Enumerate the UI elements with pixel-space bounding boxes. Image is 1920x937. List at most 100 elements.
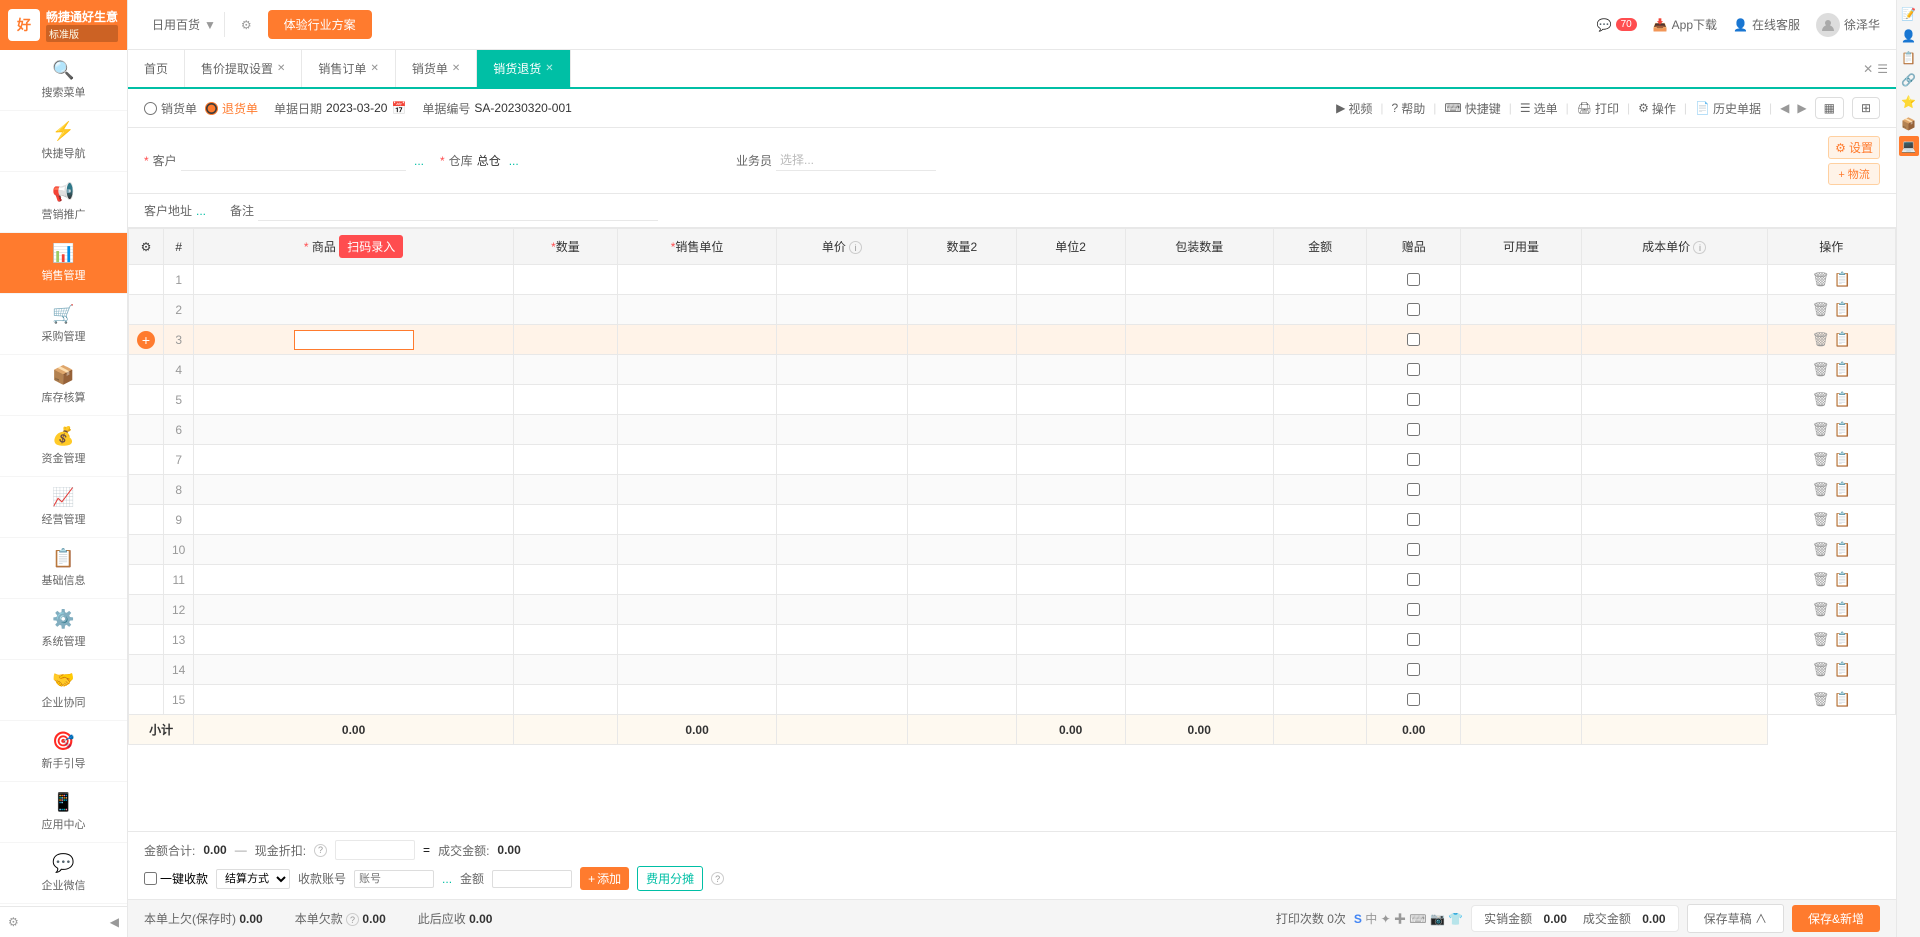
td-qty[interactable]	[513, 595, 617, 625]
td-goods[interactable]	[194, 415, 513, 445]
td-qty2[interactable]	[907, 445, 1016, 475]
td-cost[interactable]	[1582, 265, 1768, 295]
sidebar-settings-icon[interactable]: ⚙	[8, 915, 19, 929]
debt-info-icon[interactable]: ?	[346, 913, 359, 926]
tab-close-icon[interactable]: ✕	[370, 63, 378, 74]
discount-info-icon[interactable]: ?	[314, 844, 327, 857]
delete-row-btn[interactable]: 🗑	[1812, 631, 1830, 648]
td-qty[interactable]	[513, 295, 617, 325]
td-price[interactable]	[777, 595, 908, 625]
td-pack-qty[interactable]	[1125, 655, 1273, 685]
td-unit[interactable]	[618, 445, 777, 475]
sidebar-item-apps[interactable]: 📱 应用中心	[0, 782, 127, 843]
td-unit2[interactable]	[1016, 535, 1125, 565]
td-available[interactable]	[1461, 685, 1582, 715]
remark-input[interactable]	[258, 200, 658, 221]
setup-btn[interactable]: ⚙ 设置	[1828, 136, 1880, 159]
topbar-gear-icon[interactable]: ⚙	[233, 18, 260, 32]
td-available[interactable]	[1461, 505, 1582, 535]
td-available[interactable]	[1461, 295, 1582, 325]
app-download-btn[interactable]: 📥 App下载	[1653, 16, 1717, 33]
action-video-btn[interactable]: ▶ 视频	[1336, 100, 1372, 117]
td-gift[interactable]	[1367, 265, 1461, 295]
td-goods[interactable]	[194, 505, 513, 535]
user-profile[interactable]: 徐泽华	[1816, 13, 1880, 37]
td-qty2[interactable]	[907, 505, 1016, 535]
td-qty[interactable]	[513, 565, 617, 595]
td-amount[interactable]	[1273, 685, 1367, 715]
delete-row-btn[interactable]: 🗑	[1812, 301, 1830, 318]
td-cost[interactable]	[1582, 325, 1768, 355]
td-qty[interactable]	[513, 265, 617, 295]
td-available[interactable]	[1461, 355, 1582, 385]
td-price[interactable]	[777, 475, 908, 505]
td-unit2[interactable]	[1016, 685, 1125, 715]
td-pack-qty[interactable]	[1125, 505, 1273, 535]
th-gear[interactable]: ⚙	[129, 229, 164, 265]
copy-row-btn[interactable]: 📋	[1833, 511, 1850, 528]
td-goods[interactable]	[194, 595, 513, 625]
delete-row-btn[interactable]: 🗑	[1812, 271, 1830, 288]
td-available[interactable]	[1461, 475, 1582, 505]
td-amount[interactable]	[1273, 445, 1367, 475]
tab-menu-icon[interactable]: ☰	[1877, 62, 1888, 76]
fee-help-icon[interactable]: ?	[711, 872, 724, 885]
td-gift[interactable]	[1367, 355, 1461, 385]
td-cost[interactable]	[1582, 295, 1768, 325]
td-cost[interactable]	[1582, 385, 1768, 415]
td-gift[interactable]	[1367, 445, 1461, 475]
delete-row-btn[interactable]: 🗑	[1812, 541, 1830, 558]
copy-row-btn[interactable]: 📋	[1833, 421, 1850, 438]
td-pack-qty[interactable]	[1125, 415, 1273, 445]
action-history-btn[interactable]: 📄 历史单据	[1695, 100, 1761, 117]
message-btn[interactable]: 💬 70	[1597, 18, 1637, 32]
td-unit2[interactable]	[1016, 655, 1125, 685]
td-qty2[interactable]	[907, 685, 1016, 715]
tab-close-icon[interactable]: ✕	[277, 63, 285, 74]
td-price[interactable]	[777, 355, 908, 385]
td-goods[interactable]	[194, 355, 513, 385]
td-pack-qty[interactable]	[1125, 595, 1273, 625]
save-draft-btn[interactable]: 保存草稿 ∧	[1687, 904, 1784, 933]
td-pack-qty[interactable]	[1125, 295, 1273, 325]
td-unit[interactable]	[618, 475, 777, 505]
td-price[interactable]	[777, 295, 908, 325]
td-cost[interactable]	[1582, 565, 1768, 595]
delete-row-btn[interactable]: 🗑	[1812, 331, 1830, 348]
td-price[interactable]	[777, 415, 908, 445]
td-available[interactable]	[1461, 565, 1582, 595]
sidebar-item-inventory[interactable]: 📦 库存核算	[0, 355, 127, 416]
delete-row-btn[interactable]: 🗑	[1812, 661, 1830, 678]
next-icon[interactable]: ▶	[1797, 101, 1806, 115]
td-unit[interactable]	[618, 355, 777, 385]
topbar-daily[interactable]: 日用百货 ▼	[144, 12, 225, 37]
td-amount[interactable]	[1273, 355, 1367, 385]
td-available[interactable]	[1461, 595, 1582, 625]
td-unit[interactable]	[618, 265, 777, 295]
td-price[interactable]	[777, 685, 908, 715]
td-available[interactable]	[1461, 625, 1582, 655]
tab-close-icon[interactable]: ✕	[452, 63, 460, 74]
add-fee-btn[interactable]: + 添加	[580, 867, 629, 890]
td-unit[interactable]	[618, 655, 777, 685]
td-qty[interactable]	[513, 475, 617, 505]
td-pack-qty[interactable]	[1125, 565, 1273, 595]
td-goods[interactable]	[194, 565, 513, 595]
right-panel-btn-3[interactable]: 📋	[1899, 48, 1919, 68]
td-pack-qty[interactable]	[1125, 445, 1273, 475]
td-gift[interactable]	[1367, 505, 1461, 535]
gift-checkbox[interactable]	[1407, 483, 1420, 496]
copy-row-btn[interactable]: 📋	[1833, 331, 1850, 348]
td-price[interactable]	[777, 565, 908, 595]
delete-row-btn[interactable]: 🗑	[1812, 691, 1830, 708]
td-amount[interactable]	[1273, 565, 1367, 595]
tab-sale-price[interactable]: 售价提取设置 ✕	[185, 50, 302, 87]
td-amount[interactable]	[1273, 595, 1367, 625]
td-unit2[interactable]	[1016, 475, 1125, 505]
right-panel-btn-2[interactable]: 👤	[1899, 26, 1919, 46]
td-unit2[interactable]	[1016, 505, 1125, 535]
sidebar-item-purchase[interactable]: 🛒 采购管理	[0, 294, 127, 355]
payment-method-select[interactable]: 结算方式	[216, 869, 290, 889]
goods-input[interactable]	[294, 330, 414, 350]
td-price[interactable]	[777, 445, 908, 475]
